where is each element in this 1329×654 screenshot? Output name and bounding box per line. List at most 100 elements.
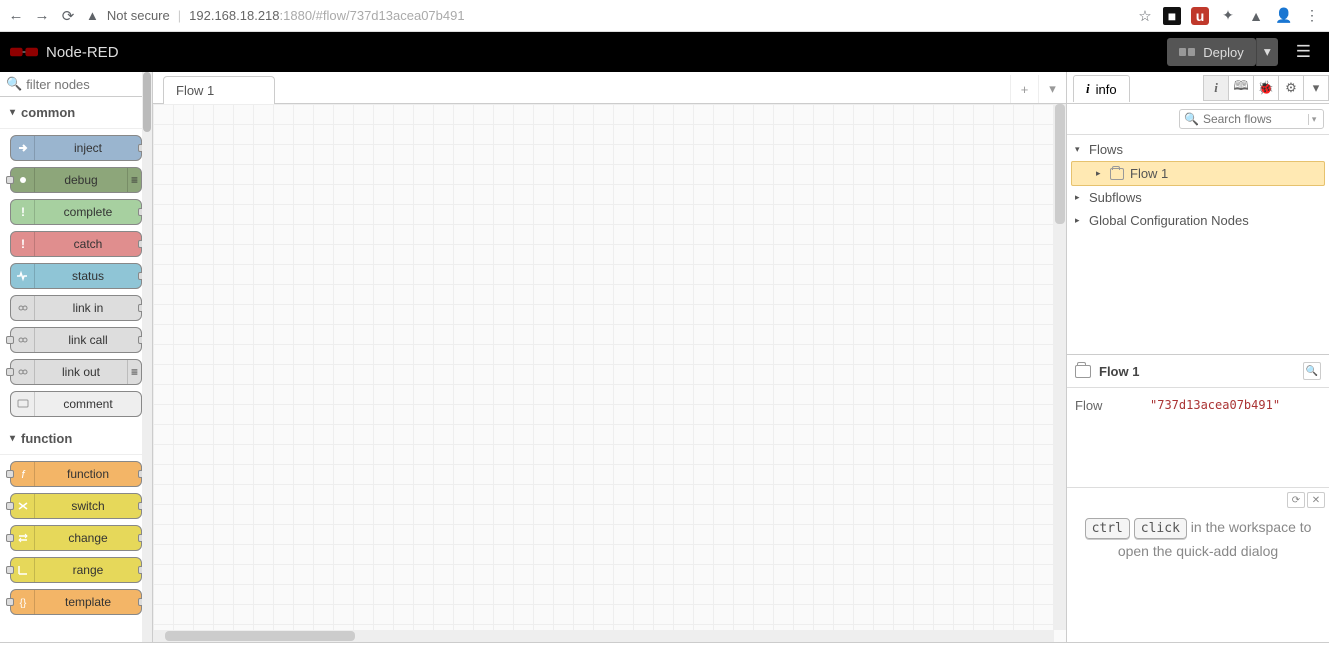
palette-node-link-in[interactable]: link in xyxy=(10,295,142,321)
canvas[interactable] xyxy=(153,104,1066,642)
search-icon: 🔍 xyxy=(1184,112,1199,126)
tree-flow-1[interactable]: ▸Flow 1 xyxy=(1071,161,1325,186)
kbd-ctrl: ctrl xyxy=(1085,518,1130,539)
sidebar-search-caret[interactable]: ▾ xyxy=(1308,114,1319,125)
palette-list: ▾common inject debug≡ !complete !catch status… xyxy=(0,97,152,642)
palette-node-inject[interactable]: inject xyxy=(10,135,142,161)
palette-node-debug[interactable]: debug≡ xyxy=(10,167,142,193)
canvas-vscroll[interactable] xyxy=(1054,104,1066,630)
palette-category-common[interactable]: ▾common xyxy=(0,97,152,129)
tip-close-button[interactable]: ✕ xyxy=(1307,492,1325,508)
bang-icon: ! xyxy=(11,200,35,224)
sidebar-detail-header: Flow 1 🔍 xyxy=(1067,355,1329,388)
pulse-icon xyxy=(11,264,35,288)
sidebar-btn-info[interactable]: i xyxy=(1203,75,1229,101)
workspace-tabs: Flow 1 + ▾ xyxy=(153,72,1066,104)
chrome-menu-icon[interactable]: ⋮ xyxy=(1303,7,1321,25)
kbd-click: click xyxy=(1134,518,1187,539)
star-icon[interactable]: ☆ xyxy=(1137,8,1153,24)
tab-menu-button[interactable]: ▾ xyxy=(1038,75,1066,103)
forward-button[interactable]: → xyxy=(34,8,50,24)
sidebar-btn-help[interactable]: 🕮 xyxy=(1228,75,1254,101)
bang-icon: ! xyxy=(11,232,35,256)
extension-2[interactable]: ▲ xyxy=(1247,7,1265,25)
palette-node-complete[interactable]: !complete xyxy=(10,199,142,225)
tree-flows[interactable]: ▾Flows xyxy=(1067,138,1329,161)
palette-node-template[interactable]: {}template xyxy=(10,589,142,615)
extensions-icon[interactable]: ✦ xyxy=(1219,7,1237,25)
palette-node-catch[interactable]: !catch xyxy=(10,231,142,257)
reload-button[interactable]: ⟳ xyxy=(60,8,76,24)
app-header: Node-RED Deploy ▾ ☰ xyxy=(0,32,1329,72)
url-text: 192.168.18.218:1880/#flow/737d13acea07b4… xyxy=(189,8,464,23)
add-tab-button[interactable]: + xyxy=(1010,75,1038,103)
sidebar-btn-config[interactable]: ⚙ xyxy=(1278,75,1304,101)
svg-text:!: ! xyxy=(21,205,25,219)
palette-node-link-out[interactable]: link out≡ xyxy=(10,359,142,385)
flow-icon xyxy=(1110,168,1124,180)
detail-key-flow: Flow xyxy=(1075,398,1150,413)
tip-refresh-button[interactable]: ⟳ xyxy=(1287,492,1305,508)
svg-text:!: ! xyxy=(21,237,25,251)
comment-icon xyxy=(11,392,35,416)
sidebar-btn-more[interactable]: ▾ xyxy=(1303,75,1329,101)
sidebar-btn-debug[interactable]: 🐞 xyxy=(1253,75,1279,101)
deploy-caret[interactable]: ▾ xyxy=(1256,38,1278,66)
app-title: Node-RED xyxy=(46,44,119,61)
sidebar-tree: ▾Flows ▸Flow 1 ▸Subflows ▸Global Configu… xyxy=(1067,135,1329,355)
palette-node-comment[interactable]: comment xyxy=(10,391,142,417)
link-icon xyxy=(11,360,35,384)
change-icon xyxy=(11,526,35,550)
not-secure-icon: ▲ xyxy=(86,8,99,23)
deploy-button[interactable]: Deploy xyxy=(1167,38,1255,66)
search-icon: 🔍 xyxy=(6,76,22,92)
main-menu-button[interactable]: ☰ xyxy=(1288,42,1319,62)
switch-icon xyxy=(11,494,35,518)
sidebar-tip: ⟳ ✕ ctrl click in the workspace to open … xyxy=(1067,488,1329,642)
palette-node-function[interactable]: ffunction xyxy=(10,461,142,487)
palette-scrollbar[interactable] xyxy=(142,72,152,642)
back-button[interactable]: ← xyxy=(8,8,24,24)
detail-title: Flow 1 xyxy=(1099,364,1295,379)
extension-ublock[interactable]: u xyxy=(1191,7,1209,25)
palette-category-function[interactable]: ▾function xyxy=(0,423,152,455)
palette-node-range[interactable]: range xyxy=(10,557,142,583)
palette-node-link-call[interactable]: link call xyxy=(10,327,142,353)
palette-node-switch[interactable]: switch xyxy=(10,493,142,519)
tab-flow-1[interactable]: Flow 1 xyxy=(163,76,275,104)
extension-1[interactable]: ■ xyxy=(1163,7,1181,25)
app-logo: Node-RED xyxy=(10,43,119,61)
tpl-icon: {} xyxy=(11,590,35,614)
profile-icon[interactable]: 👤 xyxy=(1275,7,1293,25)
svg-text:f: f xyxy=(21,469,25,481)
address-bar[interactable]: ▲ Not secure | 192.168.18.218:1880/#flow… xyxy=(86,8,1127,23)
palette-filter-input[interactable] xyxy=(26,77,146,92)
arrow-icon xyxy=(11,136,35,160)
palette-node-change[interactable]: change xyxy=(10,525,142,551)
sidebar-tab-info[interactable]: i info xyxy=(1073,75,1130,102)
sidebar: i info i 🕮 🐞 ⚙ ▾ 🔍 ▾ ▾Flows ▸Flow 1 ▸Sub… xyxy=(1067,72,1329,642)
flow-icon xyxy=(1075,365,1091,378)
range-icon xyxy=(11,558,35,582)
canvas-hscroll[interactable] xyxy=(153,630,1054,642)
tree-subflows[interactable]: ▸Subflows xyxy=(1067,186,1329,209)
tree-global-config[interactable]: ▸Global Configuration Nodes xyxy=(1067,209,1329,232)
link-icon xyxy=(11,328,35,352)
bug-icon xyxy=(11,168,35,192)
svg-text:{}: {} xyxy=(19,598,26,609)
sidebar-detail-body: Flow "737d13acea07b491" xyxy=(1067,388,1329,488)
info-icon: i xyxy=(1086,81,1090,97)
link-icon xyxy=(11,296,35,320)
palette-filter[interactable]: 🔍 xyxy=(0,72,152,97)
palette: 🔍 ▾common inject debug≡ !complete !catch stat… xyxy=(0,72,153,642)
workspace: Flow 1 + ▾ xyxy=(153,72,1067,642)
deploy-icon xyxy=(1179,46,1195,58)
not-secure-label: Not secure xyxy=(107,8,170,23)
palette-node-status[interactable]: status xyxy=(10,263,142,289)
detail-search-button[interactable]: 🔍 xyxy=(1303,362,1321,380)
browser-toolbar: ← → ⟳ ▲ Not secure | 192.168.18.218:1880… xyxy=(0,0,1329,32)
detail-flow-id[interactable]: "737d13acea07b491" xyxy=(1150,398,1280,413)
sidebar-search[interactable]: 🔍 ▾ xyxy=(1179,109,1324,129)
sidebar-search-input[interactable] xyxy=(1203,112,1304,126)
footer-bar xyxy=(0,642,1329,654)
